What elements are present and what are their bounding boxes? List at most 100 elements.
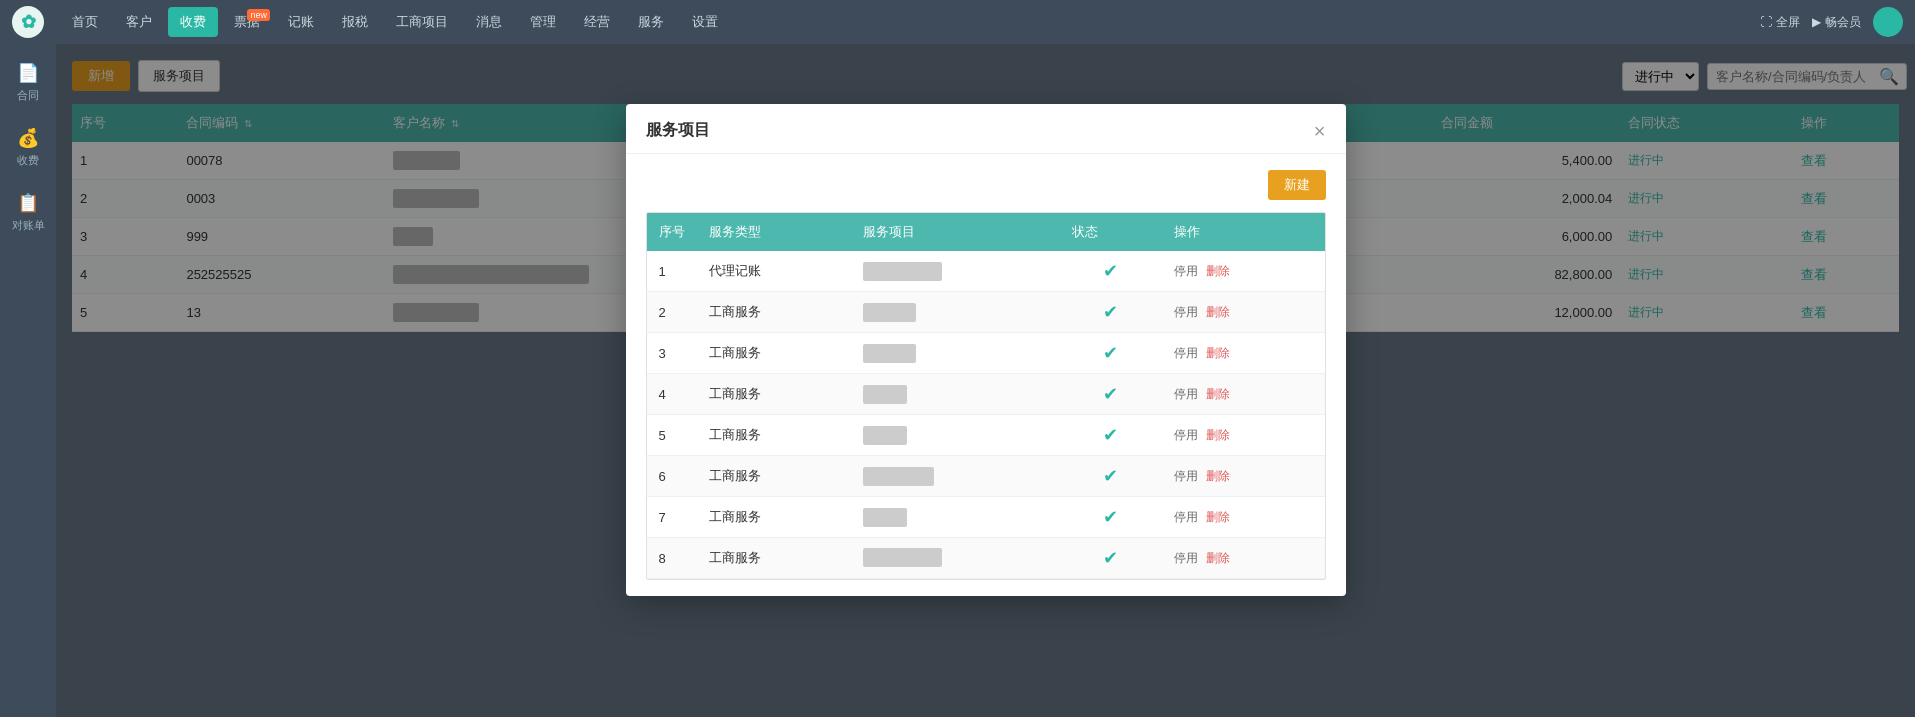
modal-cell-status: ✔	[1060, 538, 1162, 579]
nav-item-operation[interactable]: 经营	[572, 7, 622, 37]
modal-table-row: 8 工商服务 ████注册 ✔ 停用 删除	[647, 538, 1325, 579]
modal-cell-seq: 5	[647, 415, 697, 456]
delete-button[interactable]: 删除	[1206, 263, 1230, 280]
modal-cell-type: 工商服务	[697, 538, 852, 579]
nav-item-bookkeeping[interactable]: 记账	[276, 7, 326, 37]
modal-table-row: 7 工商服务 ███ ✔ 停用 删除	[647, 497, 1325, 538]
stop-button[interactable]: 停用	[1174, 509, 1198, 526]
delete-button[interactable]: 删除	[1206, 509, 1230, 526]
modal-cell-actions: 停用 删除	[1162, 292, 1325, 333]
avatar[interactable]	[1873, 7, 1903, 37]
modal-table-wrap[interactable]: 序号 服务类型 服务项目 状态 操作 1 代理记账 ██████1 ✔	[646, 212, 1326, 580]
stop-button[interactable]: 停用	[1174, 550, 1198, 567]
modal-cell-type: 代理记账	[697, 251, 852, 292]
nav-item-invoice[interactable]: 票据 new	[222, 7, 272, 37]
logo-icon: ✿	[21, 11, 36, 33]
modal-cell-actions: 停用 删除	[1162, 333, 1325, 374]
fullscreen-button[interactable]: ⛶ 全屏	[1760, 14, 1800, 31]
reconcile-icon: 📋	[17, 192, 39, 214]
modal-row-actions: 停用 删除	[1174, 509, 1313, 526]
modal-body: 新建 序号 服务类型 服务项目 状态 操作	[626, 154, 1346, 596]
sidebar-item-fee[interactable]: 💰 收费	[0, 117, 56, 178]
member-button[interactable]: ▶ 畅会员	[1812, 14, 1861, 31]
nav-right: ⛶ 全屏 ▶ 畅会员	[1760, 7, 1903, 37]
status-circle-icon: ✔	[1072, 465, 1150, 487]
main-layout: 📄 合同 💰 收费 📋 对账单 新增 服务项目 进行中 🔍	[0, 44, 1915, 717]
nav-item-bizproject[interactable]: 工商项目	[384, 7, 460, 37]
stop-button[interactable]: 停用	[1174, 263, 1198, 280]
nav-item-message[interactable]: 消息	[464, 7, 514, 37]
modal-col-status: 状态	[1060, 213, 1162, 251]
top-navigation: ✿ 首页 客户 收费 票据 new 记账 报税 工商项目 消息 管理 经营 服务…	[0, 0, 1915, 44]
modal-cell-type: 工商服务	[697, 374, 852, 415]
sidebar: 📄 合同 💰 收费 📋 对账单	[0, 44, 56, 717]
nav-items: 首页 客户 收费 票据 new 记账 报税 工商项目 消息 管理 经营 服务 设…	[60, 7, 1760, 37]
stop-button[interactable]: 停用	[1174, 427, 1198, 444]
modal-cell-type: 工商服务	[697, 497, 852, 538]
stop-button[interactable]: 停用	[1174, 304, 1198, 321]
delete-button[interactable]: 删除	[1206, 304, 1230, 321]
nav-item-service[interactable]: 服务	[626, 7, 676, 37]
modal-cell-actions: 停用 删除	[1162, 415, 1325, 456]
service-modal: 服务项目 × 新建 序号 服务类型 服务项目	[626, 104, 1346, 596]
modal-new-button[interactable]: 新建	[1268, 170, 1326, 200]
sidebar-item-contract[interactable]: 📄 合同	[0, 52, 56, 113]
new-badge: new	[247, 9, 270, 21]
stop-button[interactable]: 停用	[1174, 468, 1198, 485]
modal-table-row: 1 代理记账 ██████1 ✔ 停用 删除	[647, 251, 1325, 292]
delete-button[interactable]: 删除	[1206, 427, 1230, 444]
modal-cell-type: 工商服务	[697, 333, 852, 374]
nav-item-fee[interactable]: 收费	[168, 7, 218, 37]
delete-button[interactable]: 删除	[1206, 550, 1230, 567]
modal-close-button[interactable]: ×	[1314, 121, 1326, 141]
modal-cell-seq: 8	[647, 538, 697, 579]
delete-button[interactable]: 删除	[1206, 386, 1230, 403]
modal-table-row: 6 工商服务 ██████ ✔ 停用 删除	[647, 456, 1325, 497]
nav-item-home[interactable]: 首页	[60, 7, 110, 37]
sidebar-item-reconcile[interactable]: 📋 对账单	[0, 182, 56, 243]
modal-cell-seq: 3	[647, 333, 697, 374]
modal-cell-item: ███	[851, 497, 1060, 538]
modal-col-action: 操作	[1162, 213, 1325, 251]
stop-button[interactable]: 停用	[1174, 345, 1198, 362]
nav-item-client[interactable]: 客户	[114, 7, 164, 37]
modal-cell-type: 工商服务	[697, 456, 852, 497]
status-circle-icon: ✔	[1072, 506, 1150, 528]
modal-cell-status: ✔	[1060, 456, 1162, 497]
status-circle-icon: ✔	[1072, 301, 1150, 323]
logo[interactable]: ✿	[12, 6, 44, 38]
modal-cell-type: 工商服务	[697, 292, 852, 333]
modal-header: 服务项目 ×	[626, 104, 1346, 154]
stop-button[interactable]: 停用	[1174, 386, 1198, 403]
nav-item-tax[interactable]: 报税	[330, 7, 380, 37]
delete-button[interactable]: 删除	[1206, 345, 1230, 362]
modal-cell-item: ████	[851, 292, 1060, 333]
modal-col-type: 服务类型	[697, 213, 852, 251]
modal-cell-actions: 停用 删除	[1162, 456, 1325, 497]
modal-row-actions: 停用 删除	[1174, 550, 1313, 567]
modal-service-table: 序号 服务类型 服务项目 状态 操作 1 代理记账 ██████1 ✔	[647, 213, 1325, 579]
modal-row-actions: 停用 删除	[1174, 386, 1313, 403]
nav-item-manage[interactable]: 管理	[518, 7, 568, 37]
modal-row-actions: 停用 删除	[1174, 427, 1313, 444]
status-circle-icon: ✔	[1072, 260, 1150, 282]
modal-cell-actions: 停用 删除	[1162, 374, 1325, 415]
modal-row-actions: 停用 删除	[1174, 304, 1313, 321]
member-icon: ▶	[1812, 15, 1821, 29]
modal-cell-seq: 6	[647, 456, 697, 497]
modal-col-seq: 序号	[647, 213, 697, 251]
status-circle-icon: ✔	[1072, 342, 1150, 364]
modal-row-actions: 停用 删除	[1174, 468, 1313, 485]
modal-cell-item: ███	[851, 374, 1060, 415]
modal-cell-status: ✔	[1060, 292, 1162, 333]
nav-item-settings[interactable]: 设置	[680, 7, 730, 37]
modal-row-actions: 停用 删除	[1174, 263, 1313, 280]
modal-cell-item: ███	[851, 415, 1060, 456]
modal-cell-status: ✔	[1060, 415, 1162, 456]
modal-cell-status: ✔	[1060, 374, 1162, 415]
main-content: 新增 服务项目 进行中 🔍 序号 合同编码	[56, 44, 1915, 717]
modal-cell-actions: 停用 删除	[1162, 251, 1325, 292]
modal-cell-item: ████注册	[851, 538, 1060, 579]
delete-button[interactable]: 删除	[1206, 468, 1230, 485]
modal-cell-item: ██████	[851, 456, 1060, 497]
